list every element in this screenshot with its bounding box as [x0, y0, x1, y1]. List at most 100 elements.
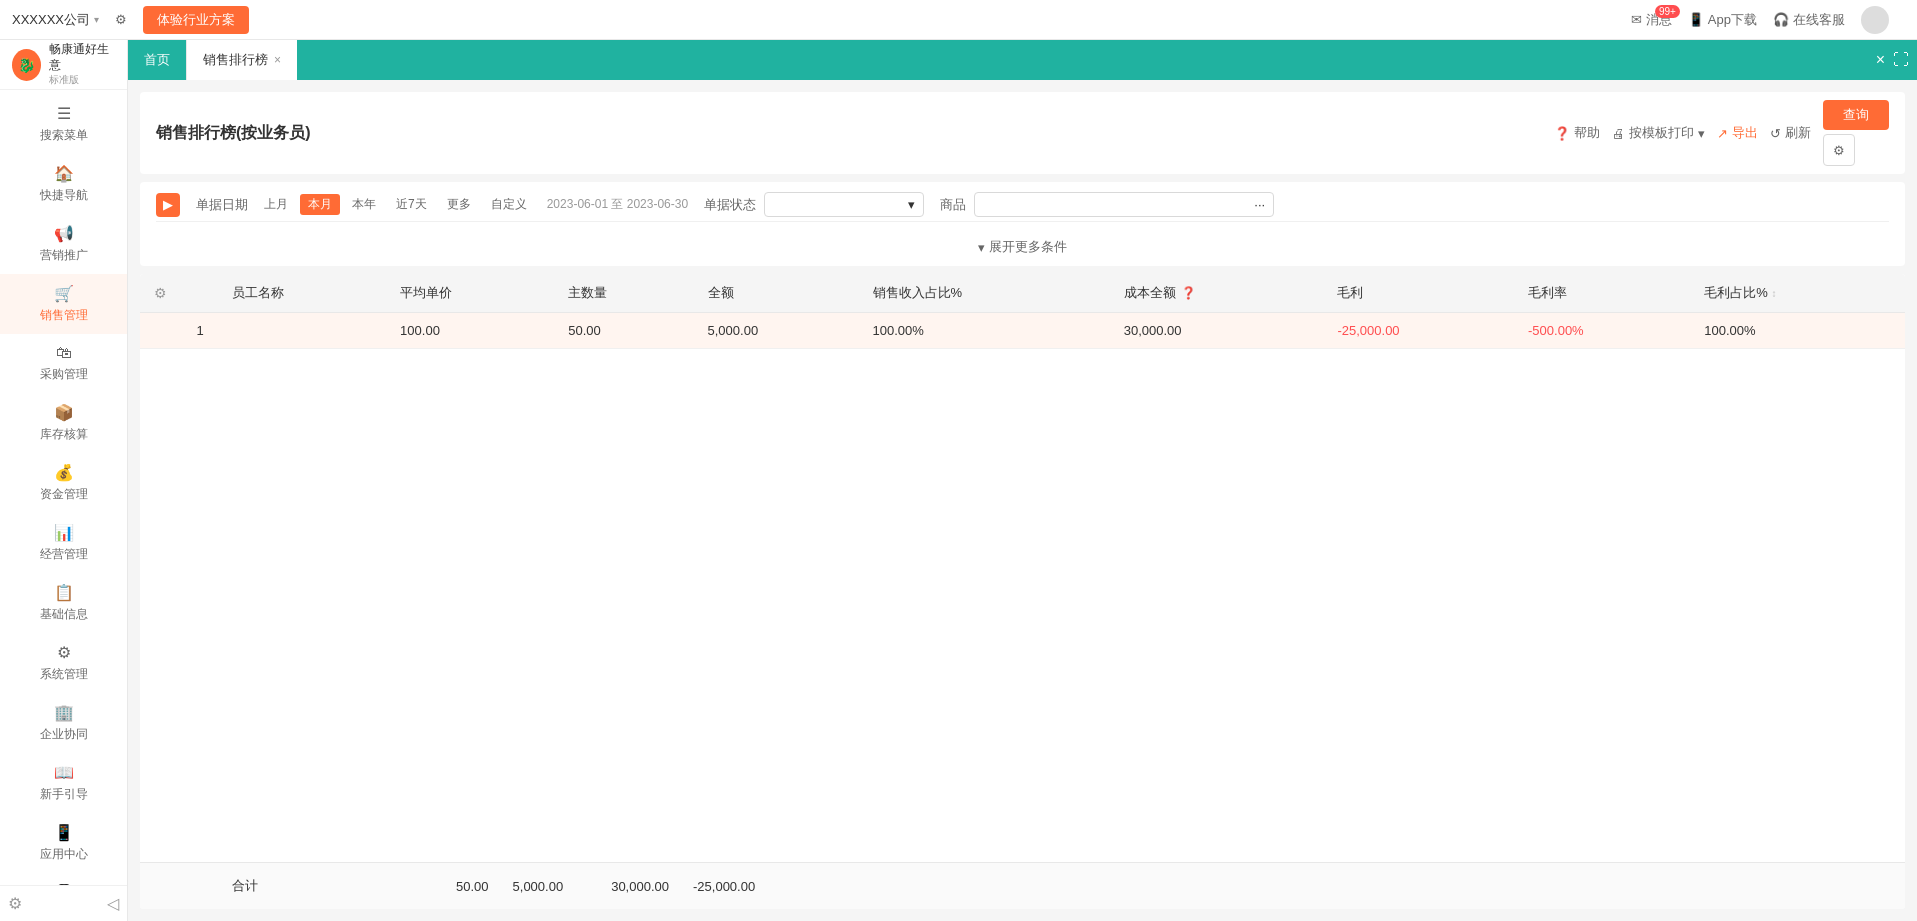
footer-cost: 30,000.00 — [599, 873, 681, 900]
sidebar-item-guide[interactable]: 📖 新手引导 — [0, 753, 127, 813]
profit-pct-sort-icon[interactable]: ↕ — [1771, 288, 1776, 299]
goods-filter: 商品 ··· — [940, 192, 1274, 217]
trial-button[interactable]: 体验行业方案 — [143, 6, 249, 34]
refresh-button[interactable]: ↺ 刷新 — [1770, 124, 1811, 142]
column-settings-icon[interactable]: ⚙ — [154, 285, 167, 301]
company-selector[interactable]: XXXXXX公司 ▾ — [12, 11, 99, 29]
maximize-icon[interactable]: ⛶ — [1893, 51, 1909, 69]
date-btn-this-year[interactable]: 本年 — [344, 194, 384, 215]
td-name — [220, 313, 388, 349]
expand-more-button[interactable]: ▾ 展开更多条件 — [978, 238, 1067, 256]
topbar-settings-button[interactable]: ⚙ — [107, 6, 135, 34]
app-download-button[interactable]: 📱 App下载 — [1688, 11, 1757, 29]
sidebar-bottom: ⚙ ◁ — [0, 885, 127, 921]
tab-close-icon[interactable]: × — [274, 53, 281, 67]
th-amount: 全额 — [696, 274, 861, 313]
search-order-icon: ☰ — [57, 104, 71, 123]
status-filter: 单据状态 ▾ — [704, 192, 924, 217]
goods-input[interactable]: ··· — [974, 192, 1274, 217]
date-btn-more[interactable]: 更多 — [439, 194, 479, 215]
td-avg-price: 100.00 — [388, 313, 556, 349]
footer-profit: -25,000.00 — [681, 873, 767, 900]
sidebar-item-purchase[interactable]: 🛍 采购管理 — [0, 334, 127, 393]
logo-icon: 🐉 — [12, 49, 41, 81]
sidebar-item-search-order[interactable]: ☰ 搜索菜单 — [0, 94, 127, 154]
date-range: 2023-06-01 至 2023-06-30 — [547, 196, 688, 213]
date-btn-this-month[interactable]: 本月 — [300, 194, 340, 215]
sidebar: 🐉 畅康通好生意 标准版 ☰ 搜索菜单 🏠 快捷导航 📢 营销推广 🛒 销售管理 — [0, 40, 128, 921]
online-service-label: 在线客服 — [1793, 11, 1845, 29]
sidebar-item-app-center[interactable]: 📱 应用中心 — [0, 813, 127, 873]
export-button[interactable]: ↗ 导出 — [1717, 124, 1758, 142]
filter-expand-arrow[interactable]: ▶ — [156, 193, 180, 217]
td-cost: 30,000.00 — [1112, 313, 1326, 349]
logo-text: 畅康通好生意 — [49, 42, 115, 73]
online-service-button[interactable]: 🎧 在线客服 — [1773, 11, 1845, 29]
settings-icon: ⚙ — [1833, 143, 1845, 158]
expand-label: 展开更多条件 — [989, 238, 1067, 256]
help-icon: ❓ — [1554, 126, 1570, 141]
purchase-icon: 🛍 — [56, 344, 72, 362]
marketing-icon: 📢 — [54, 224, 74, 243]
date-filter: 单据日期 上月 本月 本年 近7天 更多 自定义 2023-06-01 至 20… — [196, 194, 688, 215]
print-icon: 🖨 — [1612, 126, 1625, 141]
help-label: 帮助 — [1574, 124, 1600, 142]
sidebar-settings-button[interactable]: ⚙ — [8, 894, 22, 913]
th-profit-pct: 毛利占比% ↕ — [1692, 274, 1905, 313]
sidebar-item-sales[interactable]: 🛒 销售管理 — [0, 274, 127, 334]
sidebar-item-inventory[interactable]: 📦 库存核算 — [0, 393, 127, 453]
sidebar-item-finance[interactable]: 💰 资金管理 — [0, 453, 127, 513]
footer-sales-pct — [575, 880, 599, 892]
date-btn-last-month[interactable]: 上月 — [256, 194, 296, 215]
th-rank — [180, 274, 220, 313]
td-sales-pct: 100.00% — [861, 313, 1112, 349]
sidebar-item-enterprise[interactable]: 🏢 企业协同 — [0, 693, 127, 753]
top-bar-right: ✉ 消息 99+ 📱 App下载 🎧 在线客服 — [1631, 6, 1905, 34]
sidebar-collapse-button[interactable]: ◁ — [107, 894, 119, 913]
avatar[interactable] — [1861, 6, 1889, 34]
footer-avg-price — [420, 880, 444, 892]
tab-sales-ranking[interactable]: 销售排行榜 × — [186, 40, 297, 80]
th-sales-pct: 销售收入占比% — [861, 274, 1112, 313]
help-button[interactable]: ❓ 帮助 — [1554, 124, 1600, 142]
query-button[interactable]: 查询 — [1823, 100, 1889, 130]
cost-help-icon[interactable]: ❓ — [1181, 286, 1196, 300]
logo-sub: 标准版 — [49, 73, 115, 87]
sidebar-item-label: 采购管理 — [40, 366, 88, 383]
th-profit: 毛利 — [1325, 274, 1516, 313]
sidebar-item-label: 应用中心 — [40, 846, 88, 863]
sidebar-item-basic-info[interactable]: 📋 基础信息 — [0, 573, 127, 633]
sidebar-item-wechat[interactable]: 💬 企业微信 — [0, 873, 127, 885]
sidebar-item-quick-nav[interactable]: 🏠 快捷导航 — [0, 154, 127, 214]
td-rank: 1 — [180, 313, 220, 349]
main-layout: 🐉 畅康通好生意 标准版 ☰ 搜索菜单 🏠 快捷导航 📢 营销推广 🛒 销售管理 — [0, 40, 1917, 921]
table-container: ⚙ 员工名称 平均单价 主数量 全额 销售收入占比% 成本全额 ❓ — [140, 274, 1905, 862]
th-cost: 成本全额 ❓ — [1112, 274, 1326, 313]
sidebar-item-marketing[interactable]: 📢 营销推广 — [0, 214, 127, 274]
sidebar-item-label: 快捷导航 — [40, 187, 88, 204]
export-label: 导出 — [1732, 124, 1758, 142]
status-select[interactable]: ▾ — [764, 192, 924, 217]
sidebar-item-label: 销售管理 — [40, 307, 88, 324]
tab-bar: 首页 销售排行榜 × × ⛶ — [128, 40, 1917, 80]
date-btn-custom[interactable]: 自定义 — [483, 194, 535, 215]
print-button[interactable]: 🖨 按模板打印 ▾ — [1612, 124, 1705, 142]
settings-button[interactable]: ⚙ — [1823, 134, 1855, 166]
td-profit-rate: -500.00% — [1516, 313, 1692, 349]
minimize-icon[interactable]: × — [1876, 51, 1885, 69]
tab-label: 销售排行榜 — [203, 51, 268, 69]
table-footer: 合计 50.00 5,000.00 30,000.00 -25,000.00 — [140, 862, 1905, 909]
enterprise-icon: 🏢 — [54, 703, 74, 722]
footer-row: 合计 50.00 5,000.00 30,000.00 -25,000.00 — [140, 871, 1905, 901]
sidebar-item-system[interactable]: ⚙ 系统管理 — [0, 633, 127, 693]
footer-profit-rate — [767, 880, 791, 892]
tab-home[interactable]: 首页 — [128, 40, 186, 80]
sidebar-item-operations[interactable]: 📊 经营管理 — [0, 513, 127, 573]
date-btn-7days[interactable]: 近7天 — [388, 194, 435, 215]
sidebar-item-label: 库存核算 — [40, 426, 88, 443]
message-button[interactable]: ✉ 消息 99+ — [1631, 11, 1672, 29]
message-icon: ✉ — [1631, 12, 1642, 27]
header-right-buttons: 查询 ⚙ — [1823, 100, 1889, 166]
logo-area: 🐉 畅康通好生意 标准版 — [0, 40, 127, 90]
guide-icon: 📖 — [54, 763, 74, 782]
